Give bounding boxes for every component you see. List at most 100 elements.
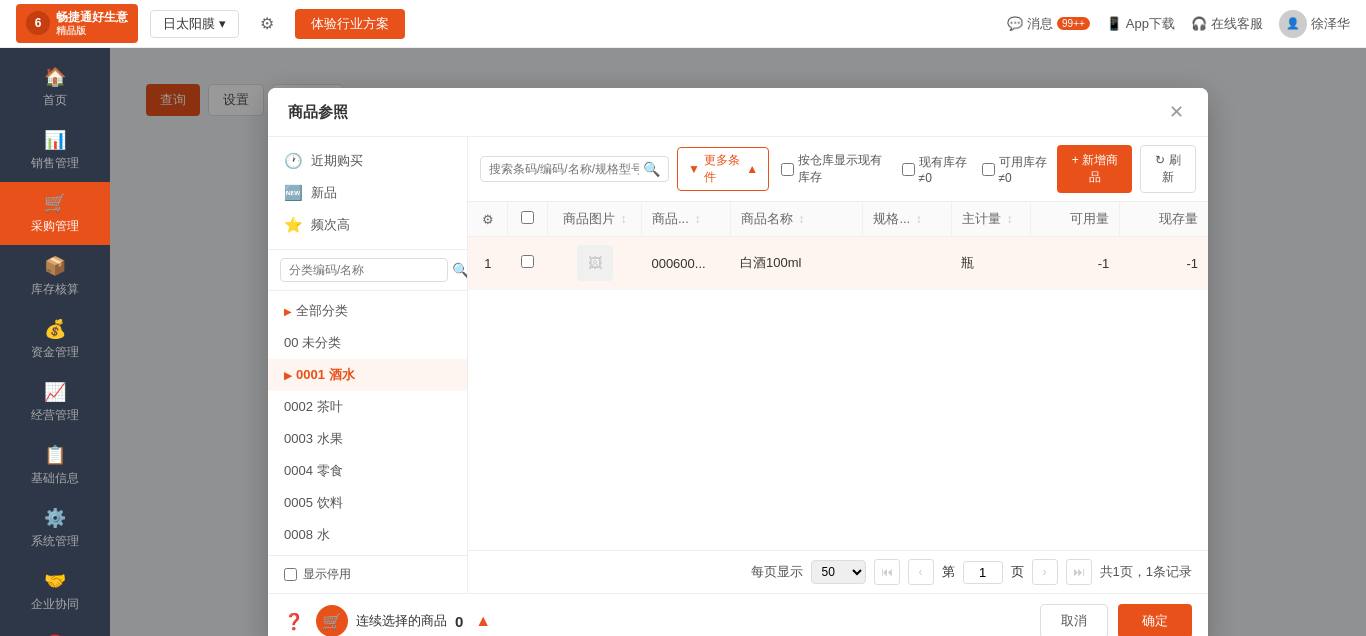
online-service-nav[interactable]: 🎧 在线客服: [1191, 15, 1263, 33]
store-selector[interactable]: 日太阳膜 ▾: [150, 10, 239, 38]
clock-icon: 🕐: [284, 152, 303, 170]
filter-icon: ▼: [688, 162, 700, 176]
page-size-label: 每页显示: [751, 563, 803, 581]
col-settings[interactable]: ⚙: [468, 202, 508, 237]
sidebar-item-guide[interactable]: 🎯 新手引导: [0, 623, 110, 636]
first-page-button[interactable]: ⏮: [874, 559, 900, 585]
next-page-button[interactable]: ›: [1032, 559, 1058, 585]
sidebar-item-label: 库存核算: [31, 281, 79, 298]
logo-line2: 精品版: [56, 25, 128, 37]
row-stock: -1: [1119, 237, 1208, 290]
confirm-button[interactable]: 确定: [1118, 604, 1192, 636]
app-download-nav[interactable]: 📱 App下载: [1106, 15, 1175, 33]
warehouse-stock-checkbox[interactable]: [781, 163, 794, 176]
sidebar-item-corp[interactable]: 🤝 企业协同: [0, 560, 110, 623]
messages-badge: 99++: [1057, 17, 1090, 30]
cb-warehouse-stock[interactable]: 按仓库显示现有库存: [781, 152, 890, 186]
quick-filter-frequent[interactable]: ⭐ 频次高: [268, 209, 467, 241]
cart-wrap: 🛒 连续选择的商品 0 ▲: [316, 605, 491, 636]
product-image: 🖼: [577, 245, 613, 281]
cart-icon[interactable]: 🛒: [316, 605, 348, 636]
category-list: ▶ 全部分类 00 未分类 ▶ 0001 酒水 0002 茶: [268, 291, 467, 555]
category-search-icon[interactable]: 🔍: [452, 262, 467, 278]
col-code-header: 商品... ↕: [641, 202, 730, 237]
sidebar-item-sales[interactable]: 📊 销售管理: [0, 119, 110, 182]
pagination: 每页显示 10 20 50 100 ⏮ ‹ 第 1 页 › ⏭: [468, 550, 1208, 593]
page-size-select[interactable]: 10 20 50 100: [811, 560, 866, 584]
cb-current-stock-nonzero[interactable]: 现有库存≠0: [902, 154, 970, 185]
cb-available-stock-nonzero[interactable]: 可用库存≠0: [982, 154, 1050, 185]
quick-filter-recent[interactable]: 🕐 近期购买: [268, 145, 467, 177]
left-panel: 🕐 近期购买 🆕 新品 ⭐ 频次高: [268, 137, 468, 593]
product-table-wrap: ⚙ 商品图片 ↕ 商品... ↕: [468, 202, 1208, 550]
row-checkbox-cell[interactable]: [508, 237, 548, 290]
sidebar-item-finance[interactable]: 💰 资金管理: [0, 308, 110, 371]
page-number-input[interactable]: 1: [963, 561, 1003, 584]
product-search-input[interactable]: [489, 162, 639, 176]
sidebar-item-inventory[interactable]: 📦 库存核算: [0, 245, 110, 308]
top-nav: 6 畅捷通好生意 精品版 日太阳膜 ▾ ⚙ 体验行业方案 💬 消息 99++ 📱…: [0, 0, 1366, 48]
inventory-icon: 📦: [44, 255, 66, 277]
right-panel: 🔍 ▼ 更多条件 ▲ 按仓库显示现有库存: [468, 137, 1208, 593]
settings-icon[interactable]: ⚙: [251, 8, 283, 40]
row-checkbox[interactable]: [521, 255, 534, 268]
trial-button[interactable]: 体验行业方案: [295, 9, 405, 39]
sidebar-item-label: 采购管理: [31, 218, 79, 235]
col-avail-header: 可用量: [1031, 202, 1120, 237]
close-icon[interactable]: ✕: [1164, 100, 1188, 124]
cat-item-all[interactable]: ▶ 全部分类: [268, 295, 467, 327]
cat-item-uncategorized[interactable]: 00 未分类: [268, 327, 467, 359]
current-stock-nonzero-checkbox[interactable]: [902, 163, 915, 176]
help-icon[interactable]: ❓: [284, 612, 304, 631]
prev-page-button[interactable]: ‹: [908, 559, 934, 585]
sidebar-item-purchase[interactable]: 🛒 采购管理: [0, 182, 110, 245]
sort-icon: ↕: [620, 212, 626, 226]
sidebar-item-system[interactable]: ⚙️ 系统管理: [0, 497, 110, 560]
sidebar: 🏠 首页 📊 销售管理 🛒 采购管理 📦 库存核算 💰 资金管理 📈 经营管理 …: [0, 48, 110, 636]
cat-item-water[interactable]: 0008 水: [268, 519, 467, 551]
search-icon[interactable]: 🔍: [643, 161, 660, 177]
cat-item-snack[interactable]: 0004 零食: [268, 455, 467, 487]
show-disabled-checkbox[interactable]: [284, 568, 297, 581]
row-spec: [863, 237, 952, 290]
available-stock-nonzero-checkbox[interactable]: [982, 163, 995, 176]
cancel-button[interactable]: 取消: [1040, 604, 1108, 636]
cat-item-tea[interactable]: 0002 茶叶: [268, 391, 467, 423]
cat-item-liquor[interactable]: ▶ 0001 酒水: [268, 359, 467, 391]
show-disabled-label[interactable]: 显示停用: [303, 566, 351, 583]
more-filters-button[interactable]: ▼ 更多条件 ▲: [677, 147, 769, 191]
table-row[interactable]: 1 🖼 000600... 白酒100ml: [468, 237, 1208, 290]
add-product-button[interactable]: + 新增商品: [1057, 145, 1132, 193]
corp-icon: 🤝: [44, 570, 66, 592]
cat-item-fruit[interactable]: 0003 水果: [268, 423, 467, 455]
col-name-header: 商品名称 ↕: [730, 202, 863, 237]
main-layout: 🏠 首页 📊 销售管理 🛒 采购管理 📦 库存核算 💰 资金管理 📈 经营管理 …: [0, 48, 1366, 636]
left-panel-inner: 🔍 ▶ 全部分类 00 未分类 ▶: [268, 250, 467, 555]
active-expand-icon: ▶: [284, 370, 292, 381]
sidebar-item-basic-info[interactable]: 📋 基础信息: [0, 434, 110, 497]
basic-info-icon: 📋: [44, 444, 66, 466]
quick-filter-new[interactable]: 🆕 新品: [268, 177, 467, 209]
dialog-title: 商品参照: [288, 103, 348, 122]
sidebar-item-label: 销售管理: [31, 155, 79, 172]
messages-nav[interactable]: 💬 消息 99++: [1007, 15, 1090, 33]
sort-icon: ↕: [916, 212, 922, 226]
refresh-button[interactable]: ↻ 刷新: [1140, 145, 1196, 193]
sidebar-item-home[interactable]: 🏠 首页: [0, 56, 110, 119]
dialog-footer: ❓ 🛒 连续选择的商品 0 ▲ 取消 确定: [268, 593, 1208, 636]
select-all-checkbox[interactable]: [521, 211, 534, 224]
sidebar-item-operations[interactable]: 📈 经营管理: [0, 371, 110, 434]
quick-filter-label: 新品: [311, 184, 337, 202]
user-profile[interactable]: 👤 徐泽华: [1279, 10, 1350, 38]
last-page-button[interactable]: ⏭: [1066, 559, 1092, 585]
category-search-input[interactable]: [280, 258, 448, 282]
cart-label: 连续选择的商品: [356, 612, 447, 630]
sort-icon: ↕: [798, 212, 804, 226]
collapse-icon[interactable]: ▲: [475, 612, 491, 630]
show-disabled-area: 显示停用: [268, 555, 467, 593]
avatar: 👤: [1279, 10, 1307, 38]
cat-item-appliance[interactable]: 0010 家电: [268, 551, 467, 555]
cat-item-beverage[interactable]: 0005 饮料: [268, 487, 467, 519]
sort-icon: ↕: [1007, 212, 1013, 226]
logo-line1: 畅捷通好生意: [56, 10, 128, 24]
